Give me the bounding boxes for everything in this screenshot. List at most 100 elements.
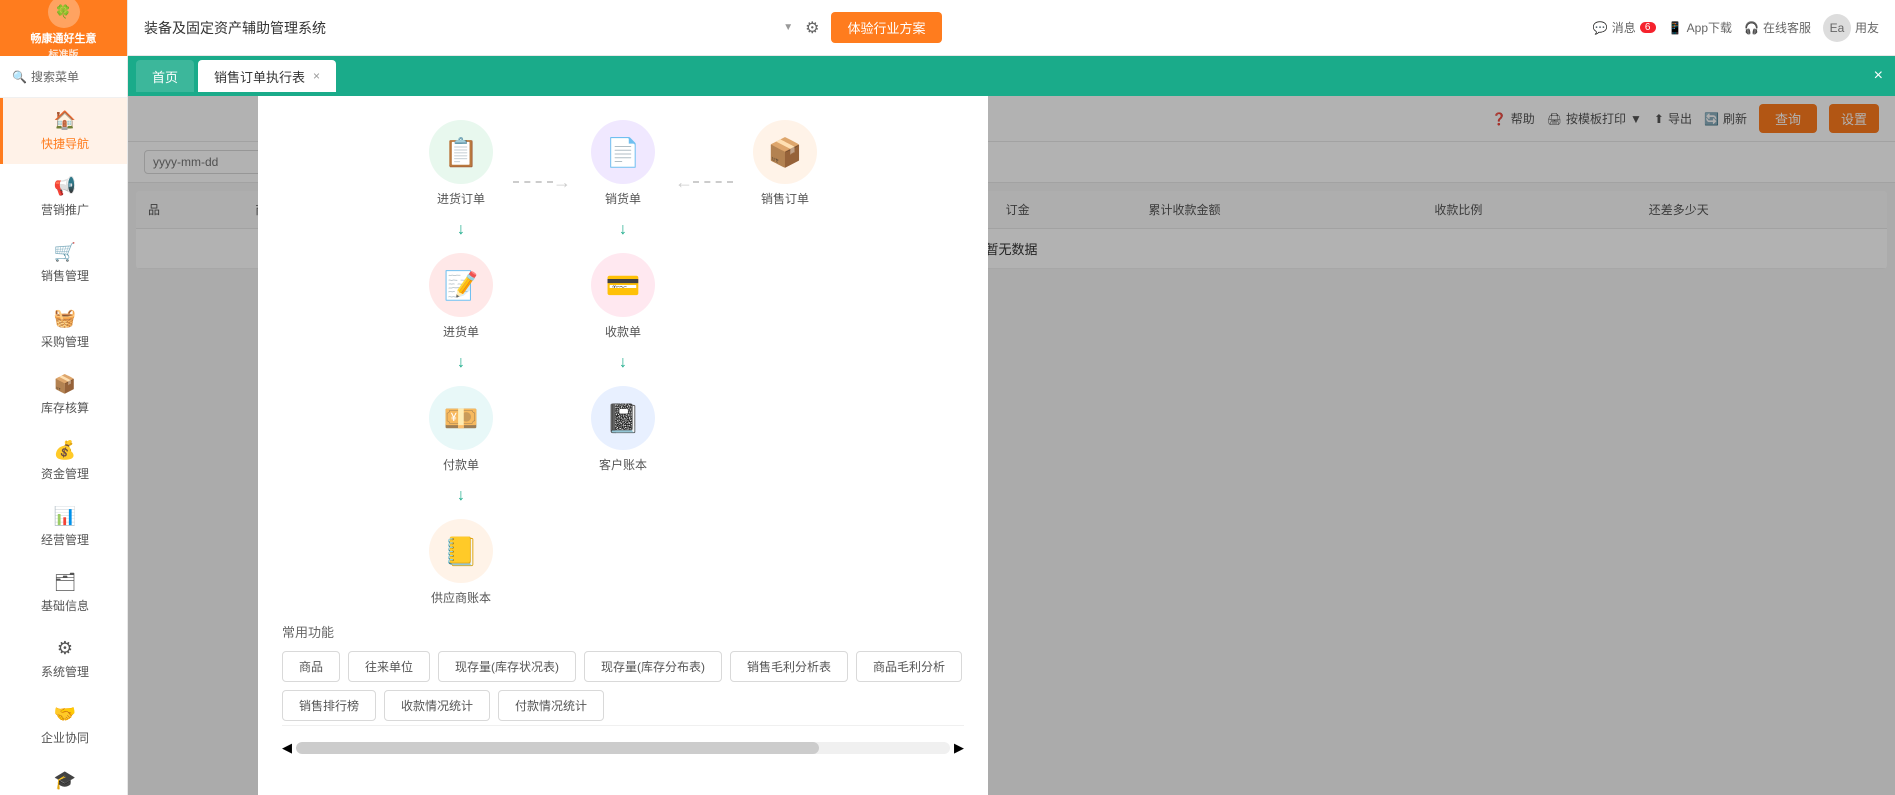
func-btn-partner[interactable]: 往来单位 xyxy=(348,651,430,682)
payment-icon: 💴 xyxy=(429,386,493,450)
arrow-down-1: ↓ xyxy=(457,221,465,239)
arrow-down-3: ↓ xyxy=(457,487,465,505)
scroll-right-icon[interactable]: ▶ xyxy=(954,740,964,756)
close-all-tabs-icon[interactable]: × xyxy=(1874,67,1883,85)
message-action[interactable]: 💬 消息 6 xyxy=(1593,19,1656,36)
experience-btn[interactable]: 体验行业方案 xyxy=(831,12,941,43)
search-icon: 🔍 xyxy=(12,70,27,84)
arrow-down-4: ↓ xyxy=(619,221,627,239)
common-functions: 常用功能 商品 往来单位 现存量(库存状况表) 现存量(库存分布表) 销售毛利分… xyxy=(282,622,964,721)
flow-node-sales[interactable]: 📄 销货单 xyxy=(571,120,675,207)
inventory-icon: 📦 xyxy=(54,374,76,395)
sidebar-item-newbie[interactable]: 🎓 新手引导 xyxy=(0,758,127,795)
sidebar-nav: 🏠 快捷导航 📢 营销推广 🛒 销售管理 🧺 采购管理 📦 库存核算 💰 xyxy=(0,98,127,795)
sidebar: 🍀 畅康通好生意 标准版 🔍 搜索菜单 🏠 快捷导航 📢 营销推广 🛒 销售管 xyxy=(0,0,128,795)
flow-right-col: 📦 销售订单 xyxy=(733,120,837,473)
flow-node-receipt[interactable]: 💳 收款单 xyxy=(571,253,675,340)
func-btn-product[interactable]: 商品 xyxy=(282,651,340,682)
system-icon: ⚙ xyxy=(57,638,73,659)
func-btn-sales-gross[interactable]: 销售毛利分析表 xyxy=(730,651,848,682)
flow-node-customer-ledger[interactable]: 📓 客户账本 xyxy=(571,386,675,473)
flow-node-supplier-ledger[interactable]: 📒 供应商账本 xyxy=(409,519,513,606)
user-action[interactable]: Ea 用友 xyxy=(1823,14,1879,42)
h-arrow-2-wrap: ← xyxy=(675,120,733,473)
sidebar-item-base-info[interactable]: 🗂 基础信息 xyxy=(0,560,127,626)
func-btn-stock-status[interactable]: 现存量(库存状况表) xyxy=(438,651,576,682)
system-title: 装备及固定资产辅助管理系统 xyxy=(144,18,771,38)
service-label: 在线客服 xyxy=(1763,19,1811,36)
home-icon: 🏠 xyxy=(54,110,76,131)
purchase-order-icon: 📋 xyxy=(429,120,493,184)
sidebar-item-marketing[interactable]: 📢 营销推广 xyxy=(0,164,127,230)
avatar: Ea xyxy=(1823,14,1851,42)
sidebar-item-purchase[interactable]: 🧺 采购管理 xyxy=(0,296,127,362)
sidebar-item-inventory[interactable]: 📦 库存核算 xyxy=(0,362,127,428)
scrollbar-thumb xyxy=(296,742,819,754)
flow-left-col: 📋 进货订单 ↓ 📝 进货单 ↓ 💴 付款单 xyxy=(409,120,513,606)
page-body: ❓ 帮助 🖨 按模板打印 ▼ ⬆ 导出 🔄 刷新 查询 设置 xyxy=(128,96,1895,795)
base-info-icon: 🗂 xyxy=(54,572,77,593)
message-icon: 💬 xyxy=(1593,21,1608,35)
common-functions-title: 常用功能 xyxy=(282,622,964,641)
sidebar-item-label: 系统管理 xyxy=(41,663,89,680)
popup-overlay[interactable]: 📋 进货订单 ↓ 📝 进货单 ↓ 💴 付款单 xyxy=(128,96,1895,795)
scrollbar-horizontal[interactable] xyxy=(296,742,950,754)
arrow-down-2: ↓ xyxy=(457,354,465,372)
func-btn-stock-dist[interactable]: 现存量(库存分布表) xyxy=(584,651,722,682)
online-service-action[interactable]: 🎧 在线客服 xyxy=(1744,19,1811,36)
sidebar-item-label: 库存核算 xyxy=(41,399,89,416)
scroll-left-icon[interactable]: ◀ xyxy=(282,740,292,756)
sidebar-item-enterprise[interactable]: 🤝 企业协同 xyxy=(0,692,127,758)
main-content: 装备及固定资产辅助管理系统 ▼ ⚙ 体验行业方案 💬 消息 6 📱 App下载 … xyxy=(128,0,1895,795)
supplier-ledger-icon: 📒 xyxy=(429,519,493,583)
dropdown-arrow-icon: ▼ xyxy=(783,22,793,33)
sidebar-item-sales[interactable]: 🛒 销售管理 xyxy=(0,230,127,296)
search-menu-button[interactable]: 🔍 搜索菜单 xyxy=(8,64,119,89)
sales-icon-node: 📄 xyxy=(591,120,655,184)
tab-sales-order[interactable]: 销售订单执行表 × xyxy=(198,60,336,92)
sidebar-item-operations[interactable]: 📊 经营管理 xyxy=(0,494,127,560)
sidebar-item-label: 资金管理 xyxy=(41,465,89,482)
flow-node-payment[interactable]: 💴 付款单 xyxy=(409,386,513,473)
sidebar-item-label: 营销推广 xyxy=(41,201,89,218)
func-btn-product-gross[interactable]: 商品毛利分析 xyxy=(856,651,962,682)
scrollbar-track xyxy=(296,734,950,762)
sidebar-item-label: 经营管理 xyxy=(41,531,89,548)
tab-home-label: 首页 xyxy=(152,67,178,86)
flow-right-area: 📄 销货单 ↓ 💳 收款单 ↓ 📓 xyxy=(571,120,837,473)
tab-bar: 首页 销售订单执行表 × × xyxy=(128,56,1895,96)
sidebar-item-finance[interactable]: 💰 资金管理 xyxy=(0,428,127,494)
tab-sales-order-label: 销售订单执行表 xyxy=(214,67,305,86)
scrollbar-nav: ◀ ▶ xyxy=(282,734,964,762)
tab-home[interactable]: 首页 xyxy=(136,60,194,92)
sales-icon: 🛒 xyxy=(54,242,76,263)
flow-node-purchase[interactable]: 📝 进货单 xyxy=(409,253,513,340)
tab-close-icon[interactable]: × xyxy=(313,69,320,83)
purchase-label: 进货单 xyxy=(443,323,479,340)
func-btn-sales-rank[interactable]: 销售排行榜 xyxy=(282,690,376,721)
enterprise-icon: 🤝 xyxy=(54,704,76,725)
logo-icon: 🍀 xyxy=(48,0,80,28)
purchase-icon: 🧺 xyxy=(54,308,76,329)
sidebar-item-quick-nav[interactable]: 🏠 快捷导航 xyxy=(0,98,127,164)
app-download-label: App下载 xyxy=(1687,19,1732,36)
func-btn-receipt-stats[interactable]: 收款情况统计 xyxy=(384,690,490,721)
settings-button[interactable]: ⚙ xyxy=(805,18,819,38)
purchase-order-label: 进货订单 xyxy=(437,190,485,207)
flow-node-sales-order[interactable]: 📦 销售订单 xyxy=(733,120,837,207)
flow-popup: 📋 进货订单 ↓ 📝 进货单 ↓ 💴 付款单 xyxy=(258,96,988,795)
logo-text: 畅康通好生意 xyxy=(31,30,97,46)
popup-scroll-area: ◀ ▶ xyxy=(282,725,964,762)
marketing-icon: 📢 xyxy=(54,176,76,197)
app-download-action[interactable]: 📱 App下载 xyxy=(1668,19,1732,36)
newbie-icon: 🎓 xyxy=(54,770,76,791)
sales-label: 销货单 xyxy=(605,190,641,207)
flow-node-purchase-order[interactable]: 📋 进货订单 xyxy=(409,120,513,207)
sidebar-search-area: 🔍 搜索菜单 xyxy=(0,56,127,98)
message-badge: 6 xyxy=(1640,22,1656,33)
func-btn-payment-stats[interactable]: 付款情况统计 xyxy=(498,690,604,721)
arrow-down-5: ↓ xyxy=(619,354,627,372)
finance-icon: 💰 xyxy=(54,440,76,461)
sidebar-item-system[interactable]: ⚙ 系统管理 xyxy=(0,626,127,692)
payment-label: 付款单 xyxy=(443,456,479,473)
